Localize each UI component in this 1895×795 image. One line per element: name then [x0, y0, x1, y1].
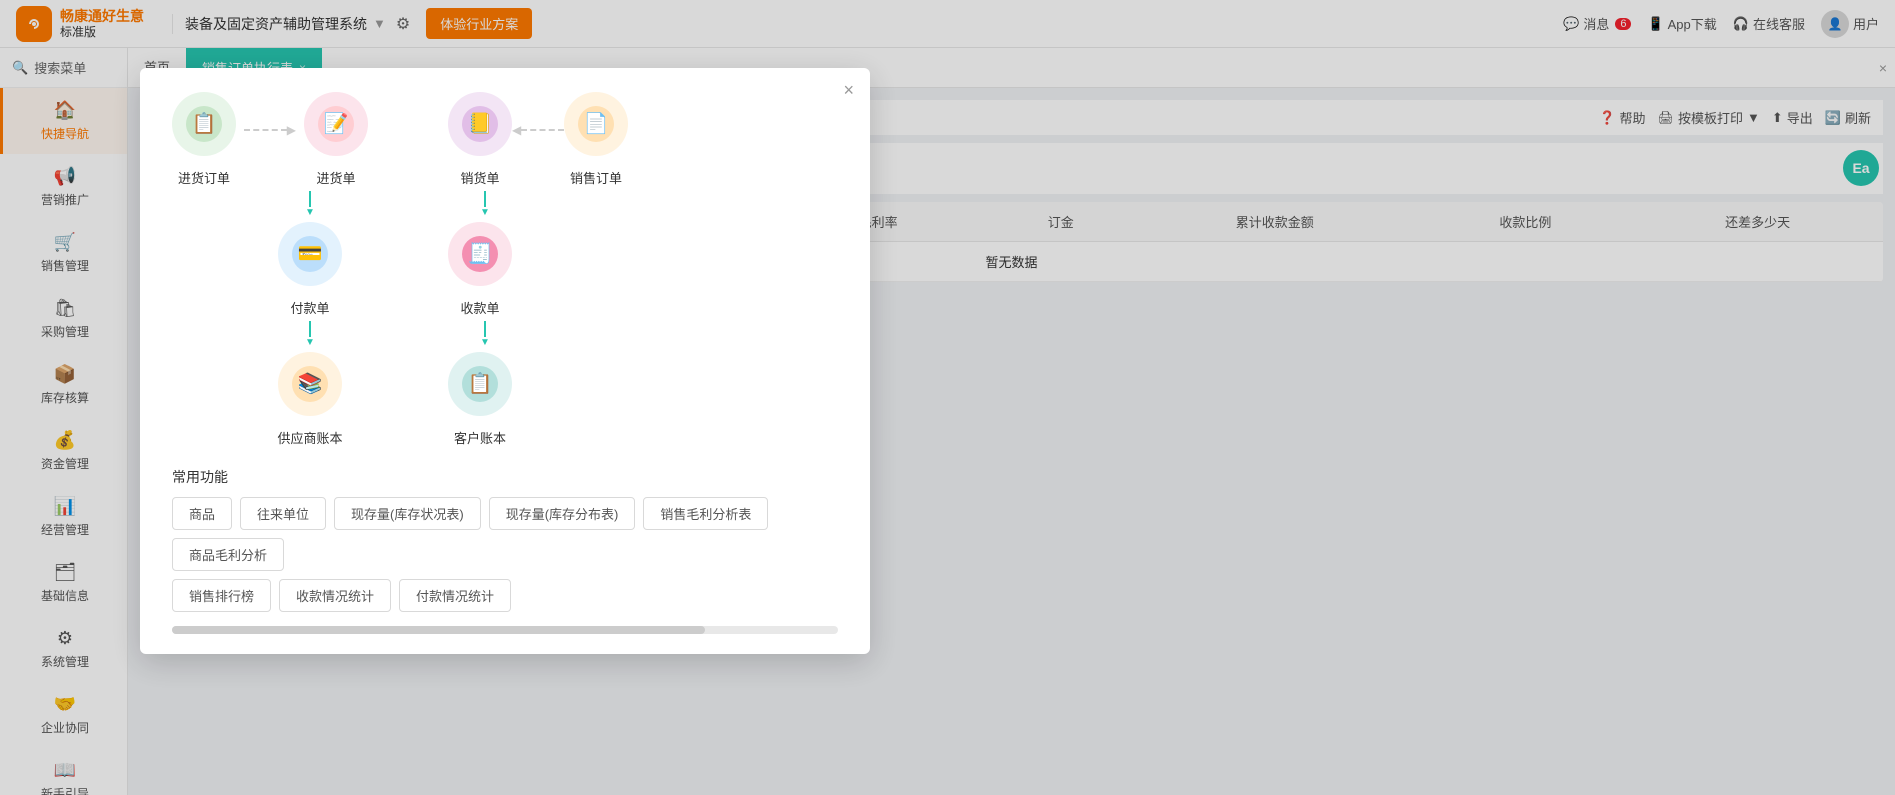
svg-text:📋: 📋	[468, 371, 493, 395]
purchase-order-node: 📋 进货订单	[172, 92, 236, 187]
common-functions: 常用功能 商品 往来单位 现存量(库存状况表) 现存量(库存分布表) 销售毛利分…	[172, 467, 838, 612]
svg-text:📋: 📋	[192, 111, 217, 135]
purchase-order-icon: 📋	[172, 92, 236, 156]
cf-btn-sales-ranking[interactable]: 销售排行榜	[172, 579, 271, 612]
cf-btn-payment-stats[interactable]: 付款情况统计	[399, 579, 511, 612]
svg-text:📄: 📄	[584, 111, 609, 135]
flow-modal: × 📋 进货订单	[140, 68, 870, 654]
customer-ledger-icon: 📋	[448, 352, 512, 416]
modal-close-btn[interactable]: ×	[843, 80, 854, 101]
svg-text:📒: 📒	[468, 112, 493, 135]
receipt-bill-node: 🧾 收款单	[448, 222, 512, 317]
supplier-ledger-label: 供应商账本	[277, 428, 342, 447]
payment-bill-icon: 💳	[278, 222, 342, 286]
cf-btn-units[interactable]: 往来单位	[240, 497, 326, 530]
scroll-bar	[172, 626, 838, 634]
modal-overlay[interactable]: × 📋 进货订单	[0, 0, 1895, 795]
purchase-bill-label: 进货单	[316, 168, 355, 187]
supplier-ledger-node: 📚 供应商账本	[277, 352, 342, 447]
svg-text:📝: 📝	[324, 111, 349, 135]
sale-order-icon: 📄	[564, 92, 628, 156]
scroll-thumb	[172, 626, 705, 634]
sale-bill-node: 📒 销货单	[448, 92, 512, 187]
arrow-purchase-order-to-bill: ▶	[236, 123, 304, 137]
customer-ledger-label: 客户账本	[454, 428, 506, 447]
purchase-order-label: 进货订单	[178, 168, 230, 187]
sale-order-node: 📄 销售订单	[564, 92, 628, 187]
cf-btn-sales-margin[interactable]: 销售毛利分析表	[643, 497, 768, 530]
customer-ledger-node: 📋 客户账本	[448, 352, 512, 447]
receipt-bill-label: 收款单	[460, 298, 499, 317]
supplier-ledger-icon: 📚	[278, 352, 342, 416]
svg-text:📚: 📚	[298, 372, 323, 395]
cf-btn-stock-dist[interactable]: 现存量(库存分布表)	[489, 497, 636, 530]
purchase-bill-icon: 📝	[304, 92, 368, 156]
sale-order-label: 销售订单	[570, 168, 622, 187]
payment-bill-label: 付款单	[290, 298, 329, 317]
common-function-buttons: 商品 往来单位 现存量(库存状况表) 现存量(库存分布表) 销售毛利分析表 商品…	[172, 497, 838, 571]
cf-btn-stock-status[interactable]: 现存量(库存状况表)	[334, 497, 481, 530]
svg-text:🧾: 🧾	[468, 241, 493, 265]
cf-btn-product[interactable]: 商品	[172, 497, 232, 530]
sale-bill-icon: 📒	[448, 92, 512, 156]
payment-bill-node: 💳 付款单	[278, 222, 342, 317]
cf-btn-receipt-stats[interactable]: 收款情况统计	[279, 579, 391, 612]
cf-btn-product-margin[interactable]: 商品毛利分析	[172, 538, 284, 571]
common-functions-title: 常用功能	[172, 467, 838, 487]
flow-diagram: 📋 进货订单 ▶ 📝	[172, 92, 838, 447]
common-function-buttons-row2: 销售排行榜 收款情况统计 付款情况统计	[172, 579, 838, 612]
receipt-bill-icon: 🧾	[448, 222, 512, 286]
modal-scroll[interactable]	[172, 626, 838, 634]
svg-text:💳: 💳	[298, 243, 323, 265]
sale-bill-label: 销货单	[460, 168, 499, 187]
purchase-bill-node: 📝 进货单	[304, 92, 368, 187]
